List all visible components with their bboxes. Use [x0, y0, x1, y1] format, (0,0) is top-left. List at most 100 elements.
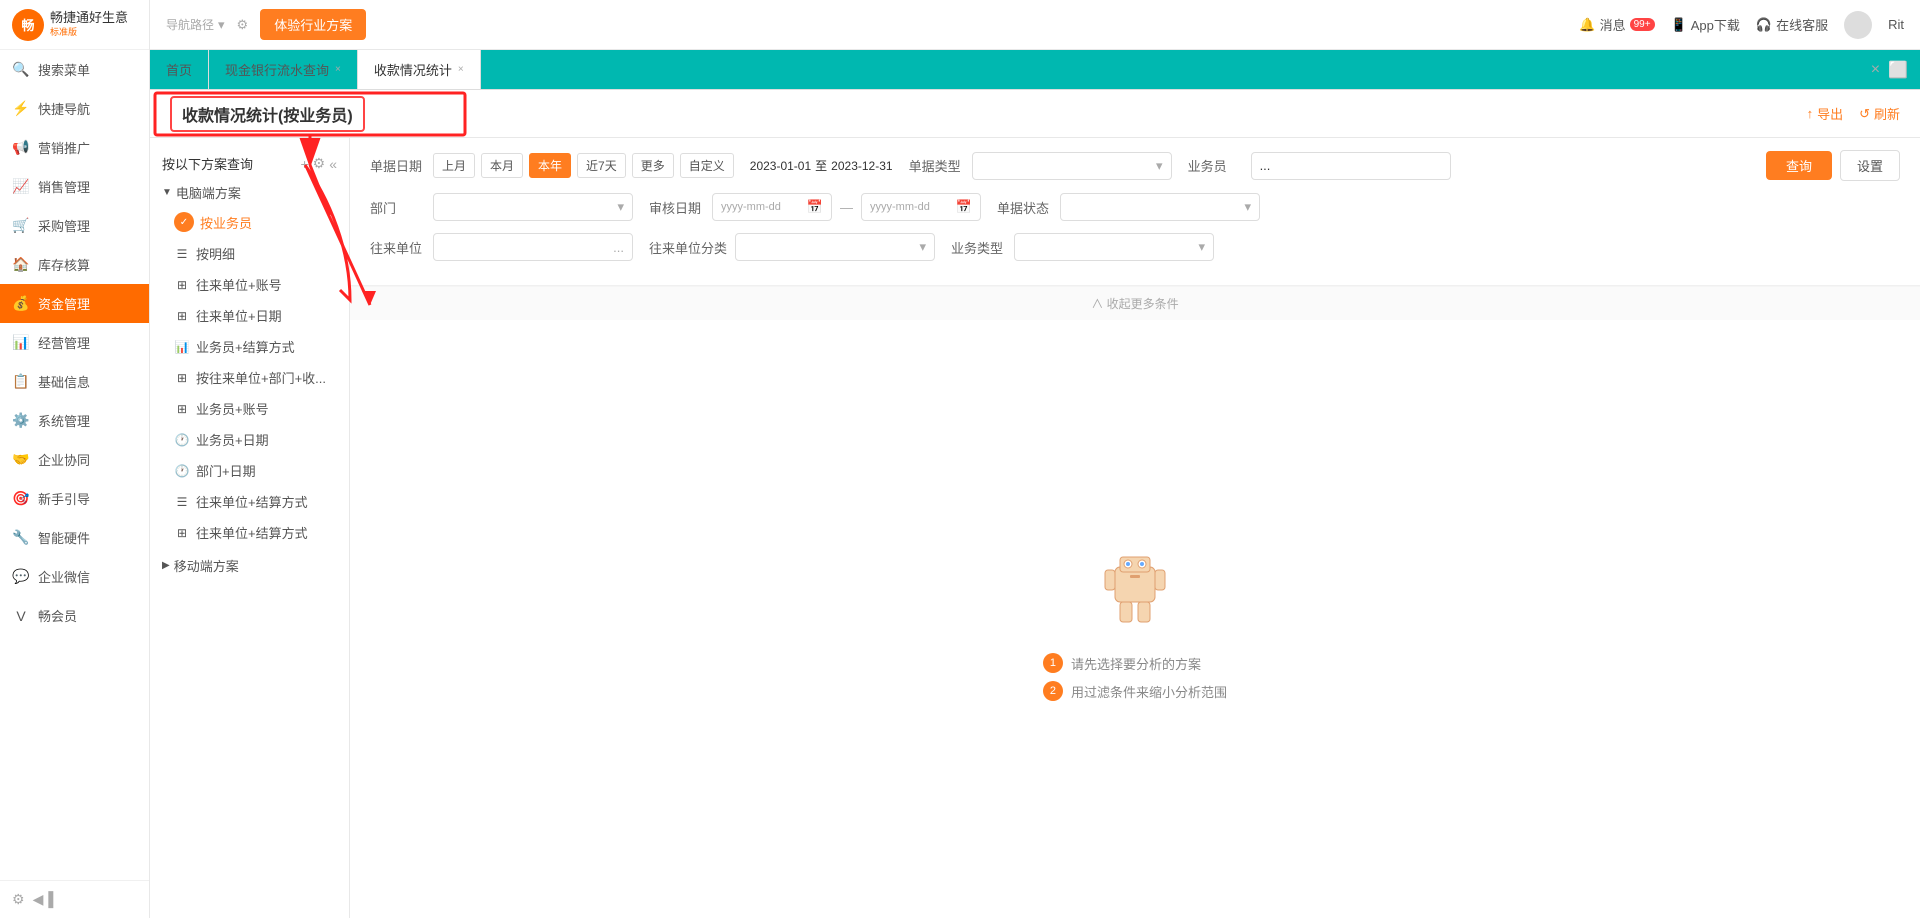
filter-row-3: 往来单位 ... 往来单位分类 ▾ [370, 233, 1900, 261]
tabbar-controls: × ⬜ [1871, 60, 1920, 80]
scheme-item-0-0[interactable]: ✓按业务员 [150, 206, 349, 238]
filter-header-label: 按以下方案查询 [162, 154, 300, 173]
scheme-item-0-10[interactable]: ⊞往来单位+结算方式 [150, 517, 349, 548]
audit-date-sep: — [840, 200, 853, 215]
user-avatar[interactable] [1844, 11, 1872, 39]
partner-category-select[interactable]: ▾ [735, 233, 935, 261]
business-type-label: 业务类型 [951, 238, 1006, 257]
scheme-item-0-5[interactable]: ⊞按往来单位+部门+收... [150, 362, 349, 393]
collapse-sidebar-icon[interactable]: ◀▐ [33, 891, 54, 908]
close-all-tabs-btn[interactable]: × [1871, 61, 1880, 79]
sidebar-nav: 🔍 搜索菜单 ⚡ 快捷导航 📢 营销推广 📈 销售管理 🛒 采购管理 🏠 库存核… [0, 50, 149, 880]
doc-status-select[interactable]: ▾ [1060, 193, 1260, 221]
date-btn-7days[interactable]: 近7天 [577, 153, 626, 178]
form-settings-btn[interactable]: 设置 [1840, 150, 1900, 181]
basic-icon: 📋 [12, 373, 30, 391]
date-btn-this-month[interactable]: 本月 [481, 153, 523, 178]
collapse-panel-btn[interactable]: « [329, 156, 337, 172]
scheme-group-header-0[interactable]: ▼ 电脑端方案 [150, 179, 349, 206]
doc-type-select[interactable]: ▾ [972, 152, 1172, 180]
sidebar-item-guide[interactable]: 🎯 新手引导 [0, 479, 149, 518]
scheme-item-0-1[interactable]: ☰ 按明细 [150, 238, 349, 269]
filter-row-2: 部门 ▾ 审核日期 yyyy-mm-dd 📅 [370, 193, 1900, 221]
sidebar-item-finance[interactable]: 💰 资金管理 [0, 284, 149, 323]
content-area: 按以下方案查询 + ⚙ « ▼ 电脑端方案 ✓按业务员☰按明细⊞往来单位+账号⊞… [150, 138, 1920, 918]
scheme-icon-5: ⊞ [174, 370, 190, 386]
sidebar-item-hardware[interactable]: 🔧 智能硬件 [0, 518, 149, 557]
scheme-settings-btn[interactable]: ⚙ [313, 155, 326, 172]
sidebar-item-marketing[interactable]: 📢 营销推广 [0, 128, 149, 167]
inventory-icon: 🏠 [12, 256, 30, 274]
date-btn-this-year[interactable]: 本年 [529, 153, 571, 178]
scheme-item-0-6[interactable]: ⊞业务员+账号 [150, 393, 349, 424]
audit-date-end[interactable]: yyyy-mm-dd 📅 [861, 193, 981, 221]
refresh-btn[interactable]: ↺ 刷新 [1859, 104, 1900, 123]
scheme-item-0-7[interactable]: 🕐业务员+日期 [150, 424, 349, 455]
topbar-gear-icon[interactable]: ⚙ [237, 17, 249, 33]
partner-category-label: 往来单位分类 [649, 238, 727, 257]
sidebar-item-quick-nav[interactable]: ⚡ 快捷导航 [0, 89, 149, 128]
online-service-btn[interactable]: 🎧 在线客服 [1756, 15, 1828, 34]
scheme-item-label-0-1: 按明细 [196, 244, 235, 263]
group-label-0: 电脑端方案 [176, 183, 241, 202]
dept-label: 部门 [370, 198, 425, 217]
date-btn-more[interactable]: 更多 [632, 153, 674, 178]
scheme-icon-8: 🕐 [174, 463, 190, 479]
audit-date-start[interactable]: yyyy-mm-dd 📅 [712, 193, 832, 221]
sidebar-item-purchase[interactable]: 🛒 采购管理 [0, 206, 149, 245]
dept-select[interactable]: ▾ [433, 193, 633, 221]
scheme-icon-1: ☰ [174, 246, 190, 262]
scheme-item-0-3[interactable]: ⊞往来单位+日期 [150, 300, 349, 331]
collapse-conditions-btn[interactable]: ∧ 收起更多条件 [350, 286, 1920, 320]
filter-form-panel: 单据日期 上月 本月 本年 近7天 更多 自定义 2023-01-01 [350, 138, 1920, 918]
tab-label-0: 首页 [166, 60, 192, 79]
sidebar-item-basic[interactable]: 📋 基础信息 [0, 362, 149, 401]
date-btn-custom[interactable]: 自定义 [680, 153, 734, 178]
scheme-item-0-2[interactable]: ⊞往来单位+账号 [150, 269, 349, 300]
sidebar-item-member[interactable]: V 畅会员 [0, 596, 149, 635]
dropdown-icon[interactable]: ▾ [218, 17, 225, 33]
sidebar-item-system[interactable]: ⚙️ 系统管理 [0, 401, 149, 440]
app-download-btn[interactable]: 📱 App下载 [1671, 15, 1740, 34]
partner-input[interactable]: ... [433, 233, 633, 261]
sidebar-item-sales[interactable]: 📈 销售管理 [0, 167, 149, 206]
empty-state: 1 请先选择要分析的方案 2 用过滤条件来缩小分析范围 [350, 320, 1920, 918]
message-btn[interactable]: 🔔 消息 99+ [1579, 15, 1654, 34]
partner-category-field: 往来单位分类 ▾ [649, 233, 935, 261]
scheme-item-0-4[interactable]: 📊业务员+结算方式 [150, 331, 349, 362]
export-btn[interactable]: ↑ 导出 [1807, 104, 1844, 123]
sidebar-item-inventory[interactable]: 🏠 库存核算 [0, 245, 149, 284]
tab-close-1[interactable]: × [335, 64, 341, 75]
sidebar: 畅 畅捷通好生意 标准版 🔍 搜索菜单 ⚡ 快捷导航 📢 营销推广 📈 销售管理… [0, 0, 150, 918]
page-header-actions: ↑ 导出 ↺ 刷新 [1807, 104, 1900, 123]
sidebar-item-label-guide: 新手引导 [38, 489, 90, 508]
sidebar-item-wechat[interactable]: 💬 企业微信 [0, 557, 149, 596]
empty-steps: 1 请先选择要分析的方案 2 用过滤条件来缩小分析范围 [1043, 653, 1227, 701]
trial-btn[interactable]: 体验行业方案 [260, 9, 366, 40]
business-type-select[interactable]: ▾ [1014, 233, 1214, 261]
doc-type-field: 单据类型 ▾ [909, 152, 1172, 180]
scheme-group-header-1[interactable]: ▶ 移动端方案 [150, 552, 349, 579]
audit-date-label: 审核日期 [649, 198, 704, 217]
date-btn-last-month[interactable]: 上月 [433, 153, 475, 178]
doc-status-field: 单据状态 ▾ [997, 193, 1260, 221]
scheme-icon-3: ⊞ [174, 308, 190, 324]
add-scheme-btn[interactable]: + [300, 156, 308, 172]
maximize-btn[interactable]: ⬜ [1888, 60, 1908, 80]
tab-close-2[interactable]: × [458, 64, 464, 75]
tab-1[interactable]: 现金银行流水查询× [209, 50, 358, 89]
scheme-item-0-8[interactable]: 🕐部门+日期 [150, 455, 349, 486]
doc-status-label: 单据状态 [997, 198, 1052, 217]
tab-0[interactable]: 首页 [150, 50, 209, 89]
query-btn[interactable]: 查询 [1766, 151, 1832, 180]
partner-more-icon[interactable]: ... [613, 240, 624, 255]
settings-icon[interactable]: ⚙ [12, 891, 25, 908]
sidebar-item-enterprise[interactable]: 🤝 企业协同 [0, 440, 149, 479]
sidebar-item-operation[interactable]: 📊 经营管理 [0, 323, 149, 362]
message-badge: 99+ [1630, 18, 1655, 31]
sidebar-item-search[interactable]: 🔍 搜索菜单 [0, 50, 149, 89]
scheme-item-0-9[interactable]: ☰往来单位+结算方式 [150, 486, 349, 517]
tab-2[interactable]: 收款情况统计× [358, 50, 481, 89]
sales-rep-input[interactable]: ... [1251, 152, 1451, 180]
step-1-text: 请先选择要分析的方案 [1071, 654, 1201, 673]
